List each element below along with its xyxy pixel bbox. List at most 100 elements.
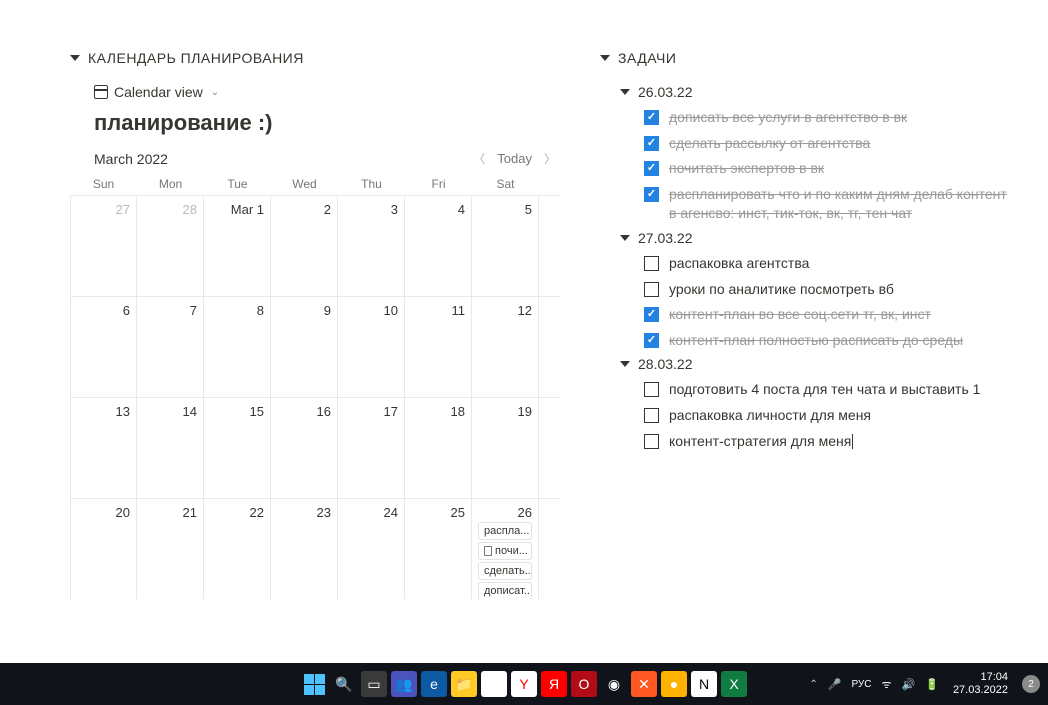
- date-toggle[interactable]: 28.03.22: [620, 356, 1008, 372]
- taskbar-app-notion[interactable]: N: [691, 671, 717, 697]
- day-cell[interactable]: 11: [405, 297, 472, 397]
- task-checkbox[interactable]: [644, 408, 659, 423]
- task-text[interactable]: уроки по аналитике посмотреть вб: [669, 280, 894, 300]
- task-text[interactable]: распаковка личности для меня: [669, 406, 871, 426]
- view-selector[interactable]: Calendar view ⌄: [94, 84, 560, 100]
- calendar-section-toggle[interactable]: КАЛЕНДАРЬ ПЛАНИРОВАНИЯ: [70, 50, 560, 66]
- day-cell[interactable]: 10: [338, 297, 405, 397]
- task-checkbox[interactable]: [644, 434, 659, 449]
- task-checkbox[interactable]: ✓: [644, 110, 659, 125]
- taskbar-app-search[interactable]: 🔍: [331, 671, 357, 697]
- day-cell[interactable]: 27: [70, 196, 137, 296]
- day-cell[interactable]: 19: [472, 398, 539, 498]
- task-text[interactable]: распаковка агентства: [669, 254, 809, 274]
- tasks-section-toggle[interactable]: ЗАДАЧИ: [600, 50, 1008, 66]
- task-checkbox[interactable]: ✓: [644, 187, 659, 202]
- taskbar-app-x[interactable]: ✕: [631, 671, 657, 697]
- task-item: ✓ распланировать что и по каким дням дела…: [644, 185, 1008, 224]
- document-icon: [484, 546, 492, 556]
- day-cell[interactable]: 12: [472, 297, 539, 397]
- day-cell[interactable]: Mar 1: [204, 196, 271, 296]
- language-indicator[interactable]: РУС: [851, 679, 871, 690]
- day-cell[interactable]: 16: [271, 398, 338, 498]
- day-cell[interactable]: 6: [70, 297, 137, 397]
- task-text[interactable]: контент-стратегия для меня: [669, 432, 853, 452]
- taskbar-app-yandex[interactable]: Y: [511, 671, 537, 697]
- day-number: 13: [77, 404, 130, 419]
- day-cell[interactable]: 4: [405, 196, 472, 296]
- taskbar-app-start[interactable]: [301, 671, 327, 697]
- day-cell[interactable]: 24: [338, 499, 405, 599]
- day-cell[interactable]: 26распла...почи...сделать...дописат...: [472, 499, 539, 599]
- task-text[interactable]: контент-план во все соц.сети тг, вк, инс…: [669, 305, 931, 325]
- tray-expand-icon[interactable]: ⌃: [809, 679, 817, 690]
- task-checkbox[interactable]: ✓: [644, 307, 659, 322]
- day-cell[interactable]: 2: [271, 196, 338, 296]
- day-cell[interactable]: 9: [271, 297, 338, 397]
- event-chip[interactable]: распла...: [478, 522, 532, 540]
- day-cell[interactable]: 7: [137, 297, 204, 397]
- day-cell[interactable]: 15: [204, 398, 271, 498]
- day-cell[interactable]: 17: [338, 398, 405, 498]
- task-text[interactable]: подготовить 4 поста для тен чата и выста…: [669, 380, 980, 400]
- taskbar-app-store[interactable]: 🛍: [481, 671, 507, 697]
- task-item: распаковка личности для меня: [644, 406, 1008, 426]
- task-checkbox[interactable]: [644, 282, 659, 297]
- taskbar-app-taskview[interactable]: ▭: [361, 671, 387, 697]
- task-checkbox[interactable]: [644, 382, 659, 397]
- mic-icon[interactable]: 🎤: [828, 678, 842, 691]
- task-text[interactable]: сделать рассылку от агентства: [669, 134, 870, 154]
- day-cell[interactable]: 8: [204, 297, 271, 397]
- day-cell[interactable]: 25: [405, 499, 472, 599]
- clock[interactable]: 17:04 27.03.2022: [953, 671, 1008, 697]
- event-label: дописат...: [484, 585, 532, 597]
- day-cell[interactable]: 23: [271, 499, 338, 599]
- task-text[interactable]: дописать все услуги в агентство в вк: [669, 108, 907, 128]
- event-chip[interactable]: сделать...: [478, 562, 532, 580]
- day-cell[interactable]: 13: [70, 398, 137, 498]
- day-cell[interactable]: 14: [137, 398, 204, 498]
- day-cell[interactable]: 3: [338, 196, 405, 296]
- task-item: ✓ контент-план во все соц.сети тг, вк, ин…: [644, 305, 1008, 325]
- day-cell[interactable]: 28: [137, 196, 204, 296]
- event-chip[interactable]: почи...: [478, 542, 532, 560]
- event-chip[interactable]: дописат...: [478, 582, 532, 599]
- day-cell[interactable]: 18: [405, 398, 472, 498]
- prev-month-button[interactable]: 〈: [473, 150, 485, 167]
- taskbar-app-yandex2[interactable]: Я: [541, 671, 567, 697]
- task-checkbox[interactable]: ✓: [644, 136, 659, 151]
- battery-icon[interactable]: 🔋: [925, 678, 939, 691]
- date-label: 28.03.22: [638, 356, 693, 372]
- day-cell[interactable]: 21: [137, 499, 204, 599]
- dow-label: Tue: [204, 173, 271, 195]
- task-checkbox[interactable]: [644, 256, 659, 271]
- taskbar-app-app[interactable]: ●: [661, 671, 687, 697]
- day-cell[interactable]: 22: [204, 499, 271, 599]
- today-button[interactable]: Today: [497, 151, 532, 166]
- taskbar-app-excel[interactable]: X: [721, 671, 747, 697]
- date-toggle[interactable]: 26.03.22: [620, 84, 1008, 100]
- task-text[interactable]: почитать экспертов в вк: [669, 159, 824, 179]
- date-toggle[interactable]: 27.03.22: [620, 230, 1008, 246]
- task-checkbox[interactable]: ✓: [644, 333, 659, 348]
- wifi-icon[interactable]: ᯤ: [881, 677, 891, 692]
- chevron-down-icon: [620, 89, 630, 95]
- taskbar-app-explorer[interactable]: 📁: [451, 671, 477, 697]
- day-number: 11: [411, 303, 465, 318]
- day-cell[interactable]: 20: [70, 499, 137, 599]
- taskbar: 🔍▭👥e📁🛍YЯO◉✕●NX ⌃ 🎤 РУС ᯤ 🔊 🔋 17:04 27.03…: [0, 663, 1048, 705]
- taskbar-app-chrome[interactable]: ◉: [601, 671, 627, 697]
- day-number: 4: [411, 202, 465, 217]
- task-text[interactable]: распланировать что и по каким дням делаб…: [669, 185, 1008, 224]
- notification-badge[interactable]: 2: [1022, 675, 1040, 693]
- day-cell[interactable]: 5: [472, 196, 539, 296]
- chevron-down-icon: [620, 361, 630, 367]
- task-checkbox[interactable]: ✓: [644, 161, 659, 176]
- task-text[interactable]: контент-план полностью расписать до сред…: [669, 331, 963, 351]
- volume-icon[interactable]: 🔊: [902, 678, 916, 691]
- taskbar-app-teams[interactable]: 👥: [391, 671, 417, 697]
- dow-label: Fri: [405, 173, 472, 195]
- next-month-button[interactable]: 〉: [544, 150, 556, 167]
- taskbar-app-edge[interactable]: e: [421, 671, 447, 697]
- taskbar-app-opera[interactable]: O: [571, 671, 597, 697]
